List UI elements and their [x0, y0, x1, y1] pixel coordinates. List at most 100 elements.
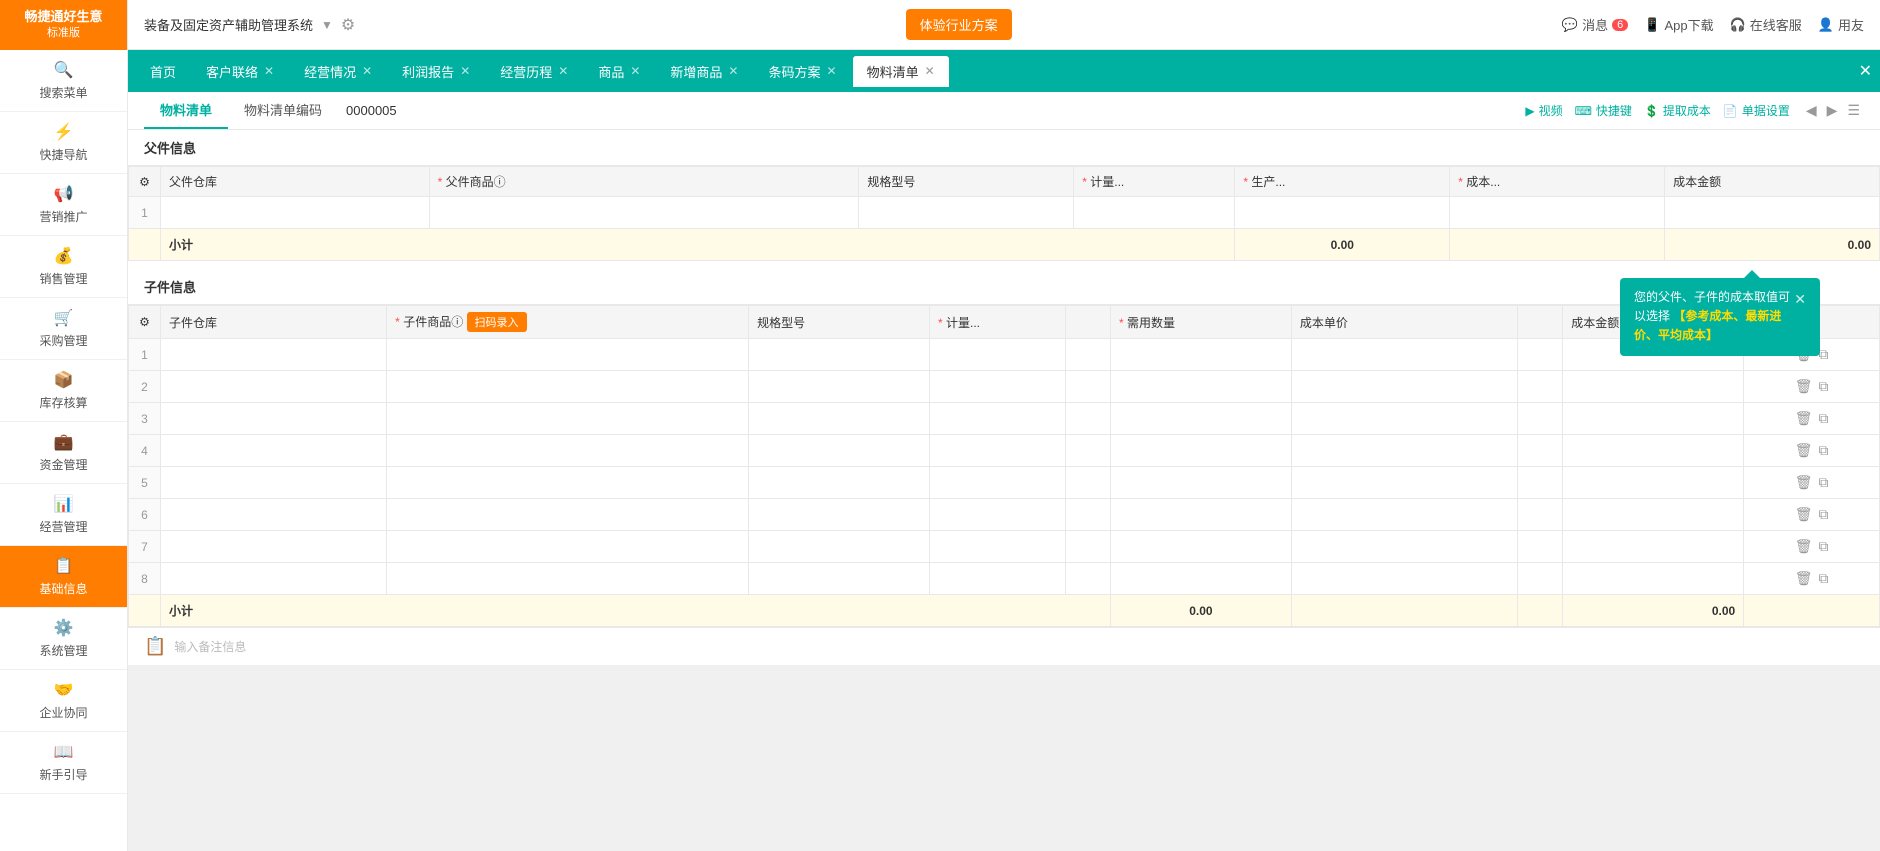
- nav-right-icon[interactable]: ▶: [1823, 100, 1842, 121]
- nav-tab-6[interactable]: 新增商品✕: [656, 56, 752, 87]
- settings-action[interactable]: 📄 单据设置: [1723, 102, 1790, 119]
- child-cell-spec-2[interactable]: [749, 371, 930, 403]
- sidebar-item-0[interactable]: 🔍搜索菜单: [0, 50, 127, 112]
- nav-tab-close-3[interactable]: ✕: [460, 64, 470, 78]
- child-cell-warehouse-2[interactable]: [161, 371, 387, 403]
- child-cell-qty-6[interactable]: [1110, 499, 1291, 531]
- nav-left-icon[interactable]: ◀: [1802, 100, 1821, 121]
- child-cell-unit-2[interactable]: [930, 371, 1066, 403]
- child-cell-product-4[interactable]: [387, 435, 749, 467]
- child-cell-unit-4[interactable]: [930, 435, 1066, 467]
- child-cell-unit-8[interactable]: [930, 563, 1066, 595]
- child-cell-warehouse-7[interactable]: [161, 531, 387, 563]
- child-cell-spec-8[interactable]: [749, 563, 930, 595]
- nav-tab-5[interactable]: 商品✕: [584, 56, 654, 87]
- cost-action[interactable]: 💲 提取成本: [1644, 102, 1711, 119]
- child-col-settings[interactable]: ⚙: [129, 306, 161, 339]
- nav-tab-close-7[interactable]: ✕: [827, 64, 837, 78]
- delete-icon-6[interactable]: 🗑: [1795, 506, 1813, 523]
- parent-cell-prod-1[interactable]: [1235, 197, 1450, 229]
- child-cell-product-3[interactable]: [387, 403, 749, 435]
- child-cell-spec-7[interactable]: [749, 531, 930, 563]
- nav-tab-2[interactable]: 经营情况✕: [290, 56, 386, 87]
- copy-icon-6[interactable]: ⧉: [1819, 506, 1829, 523]
- child-cell-unit-cost-1[interactable]: [1291, 339, 1517, 371]
- child-cell-warehouse-3[interactable]: [161, 403, 387, 435]
- child-cell-qty-8[interactable]: [1110, 563, 1291, 595]
- child-cell-qty-4[interactable]: [1110, 435, 1291, 467]
- child-cell-warehouse-8[interactable]: [161, 563, 387, 595]
- delete-icon-2[interactable]: 🗑: [1795, 378, 1813, 395]
- scan-button[interactable]: 扫码录入: [467, 312, 527, 332]
- nav-tab-3[interactable]: 利润报告✕: [388, 56, 484, 87]
- parent-cell-warehouse-1[interactable]: [161, 197, 430, 229]
- nav-menu-icon[interactable]: ☰: [1843, 100, 1864, 121]
- child-cell-qty-7[interactable]: [1110, 531, 1291, 563]
- child-cell-product-2[interactable]: [387, 371, 749, 403]
- child-cell-qty-3[interactable]: [1110, 403, 1291, 435]
- parent-col-settings[interactable]: ⚙: [129, 167, 161, 197]
- child-cell-unit-6[interactable]: [930, 499, 1066, 531]
- child-cell-warehouse-1[interactable]: [161, 339, 387, 371]
- copy-icon-7[interactable]: ⧉: [1819, 538, 1829, 555]
- delete-icon-4[interactable]: 🗑: [1795, 442, 1813, 459]
- child-cell-unit-cost-7[interactable]: [1291, 531, 1517, 563]
- child-cell-qty-5[interactable]: [1110, 467, 1291, 499]
- child-cell-unit-5[interactable]: [930, 467, 1066, 499]
- copy-icon-8[interactable]: ⧉: [1819, 570, 1829, 587]
- child-cell-product-1[interactable]: [387, 339, 749, 371]
- child-cell-warehouse-4[interactable]: [161, 435, 387, 467]
- child-cell-unit-cost-4[interactable]: [1291, 435, 1517, 467]
- copy-icon-5[interactable]: ⧉: [1819, 474, 1829, 491]
- child-cell-spec-1[interactable]: [749, 339, 930, 371]
- parent-cell-unit-1[interactable]: [1074, 197, 1235, 229]
- nav-tab-1[interactable]: 客户联络✕: [192, 56, 288, 87]
- sidebar-item-6[interactable]: 💼资金管理: [0, 422, 127, 484]
- child-cell-product-8[interactable]: [387, 563, 749, 595]
- sidebar-item-10[interactable]: 🤝企业协同: [0, 670, 127, 732]
- sidebar-item-4[interactable]: 🛒采购管理: [0, 298, 127, 360]
- nav-tab-close-4[interactable]: ✕: [558, 64, 568, 78]
- child-cell-spec-3[interactable]: [749, 403, 930, 435]
- child-cell-unit-cost-5[interactable]: [1291, 467, 1517, 499]
- child-cell-unit-1[interactable]: [930, 339, 1066, 371]
- nav-tab-7[interactable]: 条码方案✕: [754, 56, 850, 87]
- nav-tab-0[interactable]: 首页: [136, 56, 190, 87]
- nav-tab-4[interactable]: 经营历程✕: [486, 56, 582, 87]
- gear-icon[interactable]: ⚙: [341, 15, 355, 35]
- sidebar-item-3[interactable]: 💰销售管理: [0, 236, 127, 298]
- sidebar-item-8[interactable]: 📋基础信息: [0, 546, 127, 608]
- child-cell-unit-cost-6[interactable]: [1291, 499, 1517, 531]
- child-cell-spec-6[interactable]: [749, 499, 930, 531]
- nav-tab-8[interactable]: 物料清单✕: [853, 56, 949, 87]
- delete-icon-7[interactable]: 🗑: [1795, 538, 1813, 555]
- sidebar-item-5[interactable]: 📦库存核算: [0, 360, 127, 422]
- child-cell-unit-3[interactable]: [930, 403, 1066, 435]
- app-download-item[interactable]: 📱 App下载: [1644, 15, 1713, 34]
- child-cell-warehouse-5[interactable]: [161, 467, 387, 499]
- child-cell-qty-2[interactable]: [1110, 371, 1291, 403]
- tooltip-close-icon[interactable]: ✕: [1794, 288, 1806, 310]
- user-item[interactable]: 👤 用友: [1818, 15, 1864, 34]
- parent-cell-cost-1[interactable]: [1450, 197, 1665, 229]
- message-item[interactable]: 💬 消息 6: [1562, 15, 1628, 34]
- bottom-hint[interactable]: 输入备注信息: [174, 638, 246, 655]
- system-dropdown-icon[interactable]: ▼: [321, 18, 333, 32]
- sidebar-item-7[interactable]: 📊经营管理: [0, 484, 127, 546]
- sidebar-item-11[interactable]: 📖新手引导: [0, 732, 127, 794]
- delete-icon-8[interactable]: 🗑: [1795, 570, 1813, 587]
- hotkey-action[interactable]: ⌨ 快捷键: [1575, 102, 1632, 119]
- sidebar-item-1[interactable]: ⚡快捷导航: [0, 112, 127, 174]
- child-cell-product-7[interactable]: [387, 531, 749, 563]
- child-cell-product-6[interactable]: [387, 499, 749, 531]
- nav-tab-close-1[interactable]: ✕: [264, 64, 274, 78]
- nav-tab-close-6[interactable]: ✕: [728, 64, 738, 78]
- copy-icon-3[interactable]: ⧉: [1819, 410, 1829, 427]
- copy-icon-1[interactable]: ⧉: [1819, 346, 1829, 363]
- parent-cell-spec-1[interactable]: [859, 197, 1074, 229]
- nav-tab-close-2[interactable]: ✕: [362, 64, 372, 78]
- copy-icon-2[interactable]: ⧉: [1819, 378, 1829, 395]
- sidebar-item-2[interactable]: 📢营销推广: [0, 174, 127, 236]
- delete-icon-3[interactable]: 🗑: [1795, 410, 1813, 427]
- close-all-tabs-icon[interactable]: ✕: [1859, 61, 1872, 81]
